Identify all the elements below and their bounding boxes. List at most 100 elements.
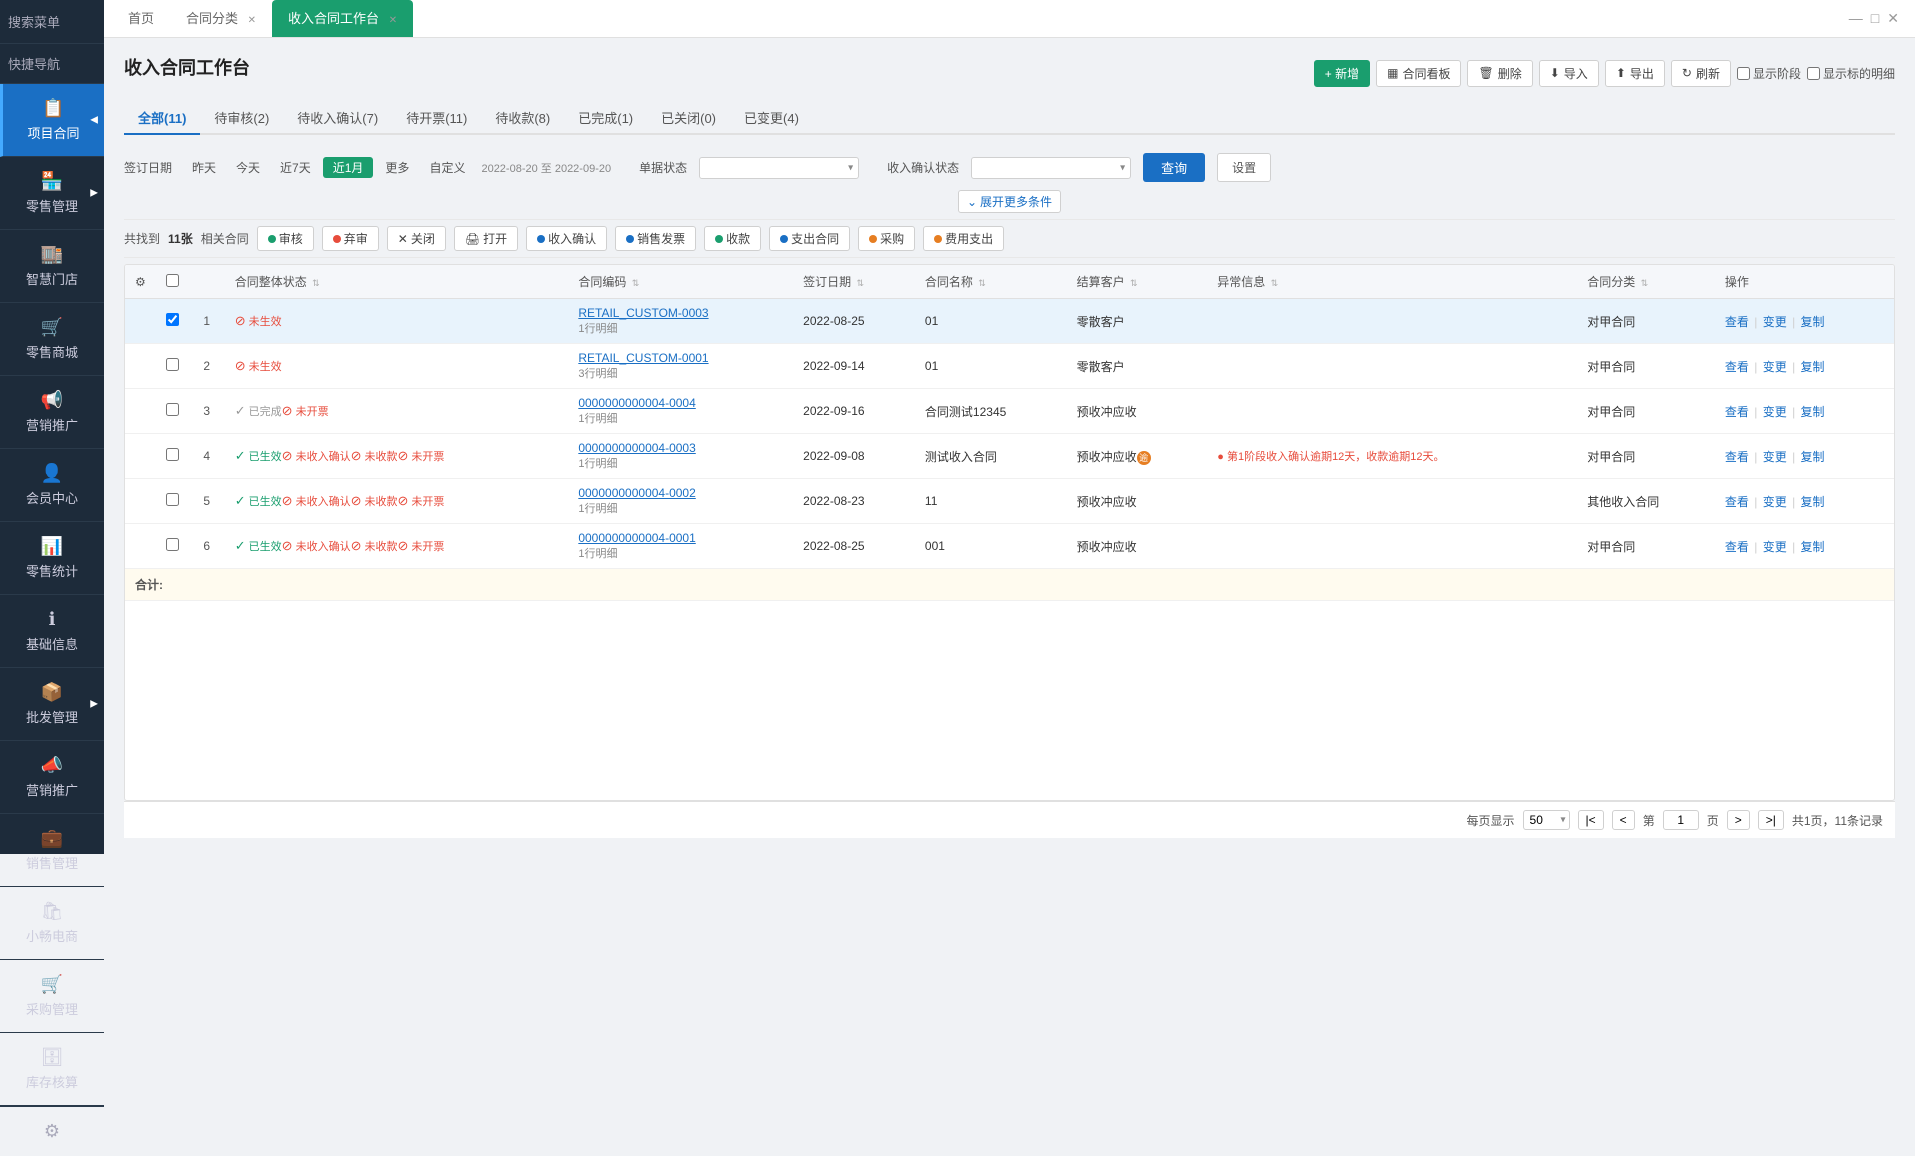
show-stage-detail-checkbox[interactable]: 显示标的明细 [1807,65,1895,82]
custom-btn[interactable]: 自定义 [421,157,473,178]
th-code[interactable]: 合同编码 ⇅ [568,265,793,299]
op-变更-button[interactable]: 变更 [1763,405,1787,419]
contract-code-link[interactable]: 0000000000004-0003 [578,441,695,455]
prev-page-button[interactable]: < [1612,810,1635,830]
close-contract-button[interactable]: ✕ 关闭 [387,226,446,251]
sidebar-item-marketing2[interactable]: 📣 营销推广 [0,741,104,814]
filter-tab-pending-income[interactable]: 待收入确认(7) [283,102,392,135]
per-page-select[interactable]: 50 100 200 [1523,810,1570,830]
th-customer[interactable]: 结算客户 ⇅ [1067,265,1208,299]
contract-code-link[interactable]: RETAIL_CUSTOM-0001 [578,351,708,365]
th-setting[interactable]: ⚙ [125,265,156,299]
op-复制-button[interactable]: 复制 [1801,315,1825,329]
set-button[interactable]: 设置 [1217,153,1271,182]
sidebar-item-project[interactable]: 📋 项目合同 ◀ [0,84,104,157]
sidebar-search[interactable]: 搜索菜单 [0,0,104,44]
refresh-button[interactable]: ↻ 刷新 [1671,60,1731,87]
sales-invoice-button[interactable]: 销售发票 [615,226,696,251]
row-checkbox[interactable] [166,403,179,416]
contract-board-button[interactable]: ▦ 合同看板 [1376,60,1461,87]
abandon-button[interactable]: 弃审 [322,226,379,251]
sidebar-item-inventory[interactable]: 🗄 库存核算 [0,1033,104,1106]
th-status[interactable]: 合同整体状态 ⇅ [225,265,569,299]
op-查看-button[interactable]: 查看 [1725,405,1749,419]
sidebar-item-wholesale-mgmt[interactable]: 📦 批发管理 ▶ [0,668,104,741]
op-查看-button[interactable]: 查看 [1725,360,1749,374]
contract-code-link[interactable]: 0000000000004-0004 [578,396,695,410]
sidebar-item-retail-stat[interactable]: 📊 零售统计 [0,522,104,595]
next-page-button[interactable]: > [1727,810,1750,830]
win-max-button[interactable]: □ [1871,10,1879,27]
settings-button[interactable]: ⚙ [0,1106,104,1156]
filter-tab-changed[interactable]: 已变更(4) [730,102,813,135]
filter-tab-completed[interactable]: 已完成(1) [564,102,647,135]
op-查看-button[interactable]: 查看 [1725,540,1749,554]
row-checkbox[interactable] [166,448,179,461]
op-变更-button[interactable]: 变更 [1763,495,1787,509]
contract-code-link[interactable]: 0000000000004-0002 [578,486,695,500]
row-checkbox[interactable] [166,538,179,551]
th-sign-date[interactable]: 签订日期 ⇅ [793,265,915,299]
first-page-button[interactable]: |< [1578,810,1604,830]
income-confirm-button[interactable]: 收入确认 [526,226,607,251]
op-复制-button[interactable]: 复制 [1801,405,1825,419]
payment-button[interactable]: 收款 [704,226,761,251]
income-confirm-select[interactable] [971,157,1131,179]
op-变更-button[interactable]: 变更 [1763,540,1787,554]
purchase-button[interactable]: 采购 [858,226,915,251]
op-复制-button[interactable]: 复制 [1801,450,1825,464]
sidebar-item-purchase[interactable]: 🛒 采购管理 [0,960,104,1033]
doc-status-select[interactable] [699,157,859,179]
th-check[interactable] [156,265,189,299]
row-checkbox[interactable] [166,493,179,506]
more-btn[interactable]: 更多 [377,157,417,178]
op-复制-button[interactable]: 复制 [1801,360,1825,374]
op-变更-button[interactable]: 变更 [1763,360,1787,374]
win-close-button[interactable]: ✕ [1887,10,1899,27]
import-button[interactable]: ⬇ 导入 [1539,60,1599,87]
op-变更-button[interactable]: 变更 [1763,450,1787,464]
sidebar-item-base-info[interactable]: ℹ 基础信息 [0,595,104,668]
tab-close-income-workbench[interactable]: ✕ [389,15,397,26]
last-page-button[interactable]: >| [1758,810,1784,830]
tab-income-workbench[interactable]: 收入合同工作台 ✕ [272,0,413,37]
yesterday-btn[interactable]: 昨天 [184,157,224,178]
filter-tab-closed[interactable]: 已关闭(0) [647,102,730,135]
win-min-button[interactable]: — [1849,10,1863,27]
review-button[interactable]: 审核 [257,226,314,251]
op-查看-button[interactable]: 查看 [1725,450,1749,464]
pay-contract-button[interactable]: 支出合同 [769,226,850,251]
sidebar-item-marketing[interactable]: 📢 营销推广 [0,376,104,449]
filter-tab-pending-payment[interactable]: 待收款(8) [481,102,564,135]
delete-button[interactable]: 🗑 删除 [1467,60,1532,87]
show-stage-checkbox[interactable]: 显示阶段 [1737,65,1801,82]
expand-conditions-button[interactable]: ⌄ 展开更多条件 [958,190,1061,213]
select-all-checkbox[interactable] [166,274,179,287]
contract-code-link[interactable]: 0000000000004-0001 [578,531,695,545]
row-checkbox[interactable] [166,358,179,371]
sidebar-item-retail-mgmt[interactable]: 🏪 零售管理 ▶ [0,157,104,230]
export-button[interactable]: ⬆ 导出 [1605,60,1665,87]
th-category[interactable]: 合同分类 ⇅ [1577,265,1715,299]
op-变更-button[interactable]: 变更 [1763,315,1787,329]
sidebar-item-retail-mall[interactable]: 🛒 零售商城 [0,303,104,376]
op-查看-button[interactable]: 查看 [1725,315,1749,329]
last1month-btn[interactable]: 近1月 [323,157,374,178]
sidebar-item-sales-mgmt[interactable]: 💼 销售管理 [0,814,104,887]
filter-tab-pending-review[interactable]: 待审核(2) [200,102,283,135]
op-复制-button[interactable]: 复制 [1801,540,1825,554]
op-查看-button[interactable]: 查看 [1725,495,1749,509]
tab-contract-category[interactable]: 合同分类 ✕ [170,0,272,37]
expense-button[interactable]: 费用支出 [923,226,1004,251]
current-page-input[interactable] [1663,810,1699,830]
print-button[interactable]: 🖨 打开 [454,226,518,251]
last7days-btn[interactable]: 近7天 [272,157,319,178]
new-button[interactable]: + 新增 [1314,60,1370,87]
filter-tab-pending-invoice[interactable]: 待开票(11) [392,102,481,135]
op-复制-button[interactable]: 复制 [1801,495,1825,509]
row-checkbox[interactable] [166,313,179,326]
sidebar-item-xiaochang[interactable]: 🛍 小畅电商 [0,887,104,960]
contract-code-link[interactable]: RETAIL_CUSTOM-0003 [578,306,708,320]
th-name[interactable]: 合同名称 ⇅ [915,265,1067,299]
tab-home[interactable]: 首页 [112,0,170,37]
